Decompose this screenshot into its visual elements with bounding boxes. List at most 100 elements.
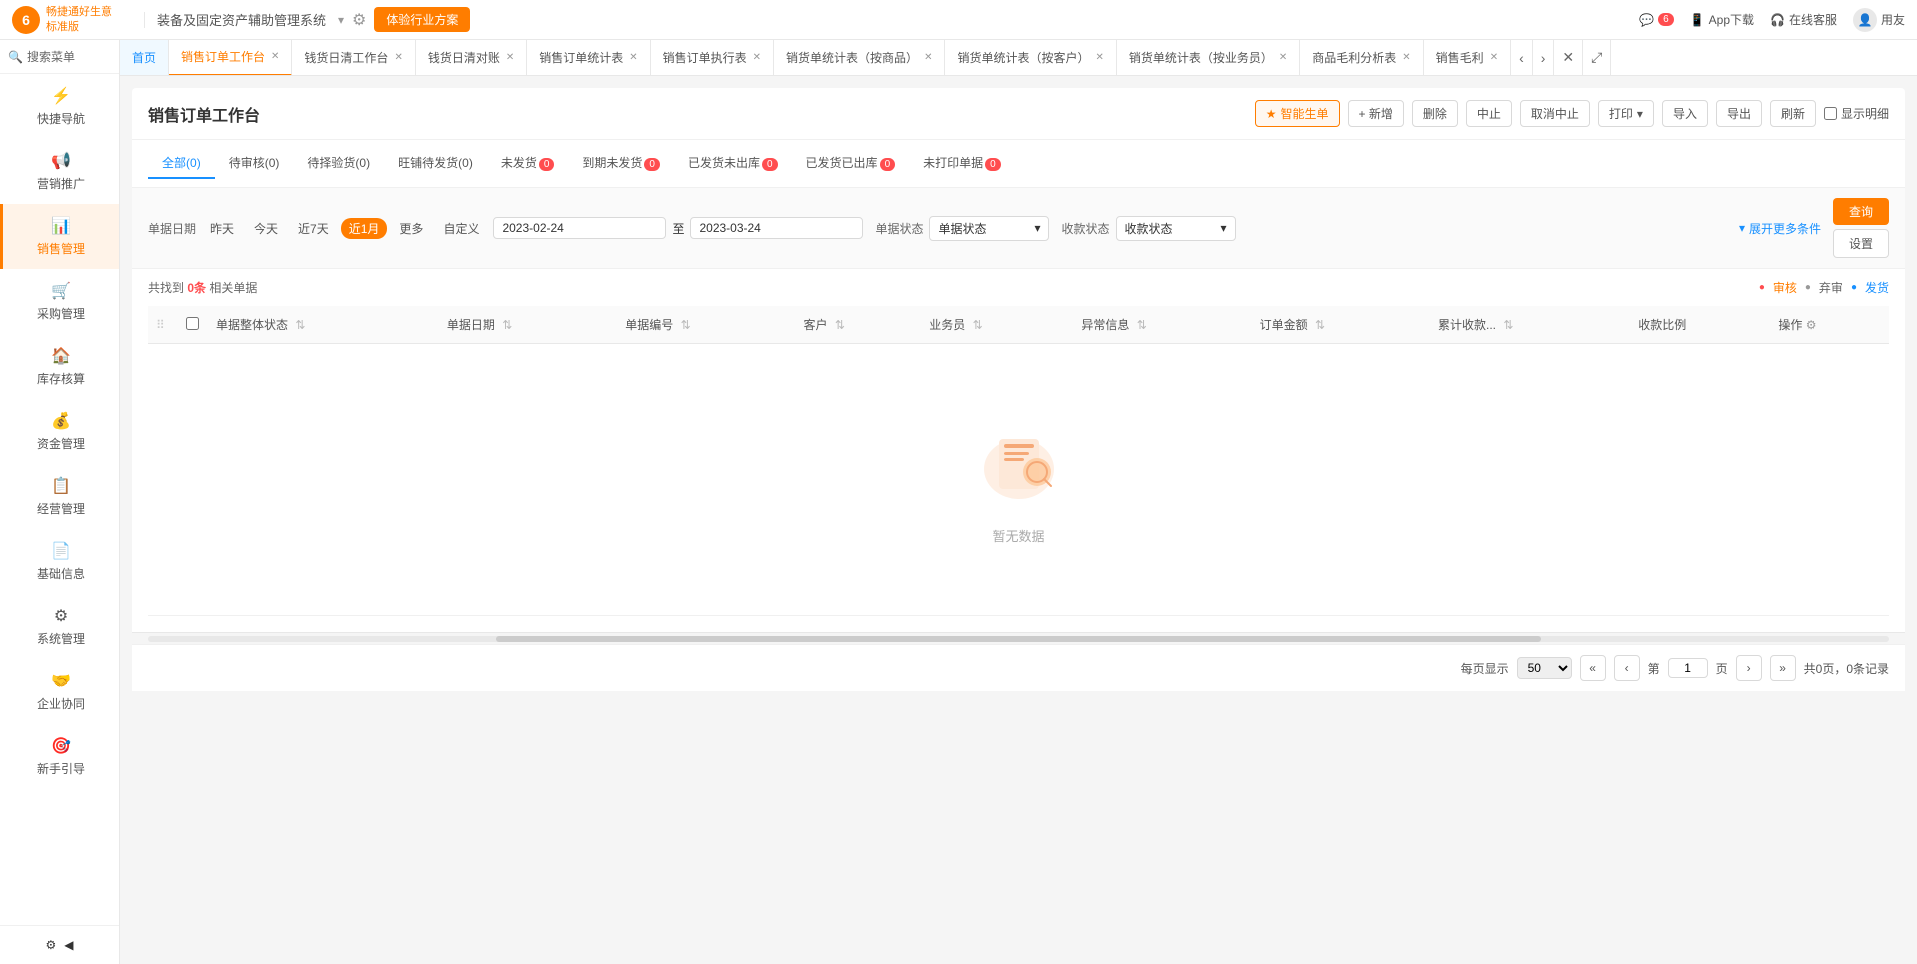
sidebar-item-purchase[interactable]: 🛒 采购管理 — [0, 269, 119, 334]
cancel-audit-btn[interactable]: 弃审 — [1819, 279, 1843, 296]
tab-close-icon[interactable]: ✕ — [753, 52, 761, 63]
date-option-yesterday[interactable]: 昨天 — [202, 218, 242, 239]
sidebar-item-sales[interactable]: 📊 销售管理 — [0, 204, 119, 269]
col-number[interactable]: 单据编号 ⇅ — [617, 306, 795, 344]
prev-page-btn[interactable]: ‹ — [1614, 655, 1640, 681]
date-option-today[interactable]: 今天 — [246, 218, 286, 239]
date-option-7days[interactable]: 近7天 — [290, 218, 337, 239]
tab-close-icon[interactable]: ✕ — [1279, 52, 1287, 63]
tab-sales-by-staff[interactable]: 销货单统计表（按业务员） ✕ — [1117, 40, 1300, 76]
sidebar-item-marketing[interactable]: 📢 营销推广 — [0, 139, 119, 204]
tab-sales-by-customer[interactable]: 销货单统计表（按客户） ✕ — [945, 40, 1116, 76]
filter-tab-all[interactable]: 全部(0) — [148, 148, 215, 179]
col-setting-icon[interactable]: ⚙ — [1806, 318, 1817, 332]
col-date[interactable]: 单据日期 ⇅ — [439, 306, 617, 344]
sidebar-item-search[interactable]: 🔍 搜索菜单 — [0, 40, 119, 74]
tab-daily-reconcile[interactable]: 钱货日清对账 ✕ — [416, 40, 527, 76]
col-customer[interactable]: 客户 ⇅ — [796, 306, 922, 344]
date-option-custom[interactable]: 自定义 — [435, 218, 487, 239]
sidebar-item-finance[interactable]: 💰 资金管理 — [0, 399, 119, 464]
collection-select[interactable]: 收款状态 ▾ — [1116, 216, 1236, 241]
page-number-input[interactable] — [1668, 658, 1708, 678]
tab-scroll-right-btn[interactable]: › — [1533, 40, 1555, 76]
sidebar-item-system[interactable]: ⚙ 系统管理 — [0, 594, 119, 659]
select-all-checkbox[interactable] — [186, 317, 199, 330]
filter-tab-wangpu-pending[interactable]: 旺铺待发货(0) — [384, 148, 487, 179]
tab-gross-profit[interactable]: 商品毛利分析表 ✕ — [1300, 40, 1423, 76]
industry-btn[interactable]: 体验行业方案 — [374, 7, 470, 32]
date-to-input[interactable] — [690, 217, 863, 239]
smart-generate-btn[interactable]: ★ 智能生单 — [1255, 100, 1340, 127]
filter-tab-shipped-out[interactable]: 已发货已出库0 — [792, 148, 910, 179]
filter-tab-pending-inspection[interactable]: 待择验货(0) — [293, 148, 384, 179]
tab-close-icon[interactable]: ✕ — [629, 52, 637, 63]
query-btn[interactable]: 查询 — [1833, 198, 1889, 225]
cancel-stop-btn[interactable]: 取消中止 — [1520, 100, 1590, 127]
filter-tab-shipped-not-out[interactable]: 已发货未出库0 — [674, 148, 792, 179]
last-page-btn[interactable]: » — [1770, 655, 1796, 681]
date-option-1month[interactable]: 近1月 — [341, 218, 388, 239]
sidebar-item-quick-nav[interactable]: ⚡ 快捷导航 — [0, 74, 119, 139]
tab-close-icon[interactable]: ✕ — [1095, 52, 1103, 63]
tab-scroll-left-btn[interactable]: ‹ — [1511, 40, 1533, 76]
tab-sales-order-workbench[interactable]: 销售订单工作台 ✕ — [169, 40, 292, 76]
sidebar-item-basic-info[interactable]: 📄 基础信息 — [0, 529, 119, 594]
horizontal-scrollbar[interactable] — [132, 632, 1905, 644]
sidebar-item-guide[interactable]: 🎯 新手引导 — [0, 724, 119, 789]
audit-btn[interactable]: 审核 — [1773, 279, 1797, 296]
setting-btn[interactable]: 设置 — [1833, 229, 1889, 258]
filter-tab-overdue-unshipped[interactable]: 到期未发货0 — [568, 148, 674, 179]
tab-close-icon[interactable]: ✕ — [506, 52, 514, 63]
settings-icon[interactable]: ⚙ — [352, 10, 366, 30]
new-btn[interactable]: + 新增 — [1348, 100, 1404, 127]
tab-close-icon[interactable]: ✕ — [394, 52, 402, 63]
filter-tab-unprinted[interactable]: 未打印单据0 — [909, 148, 1015, 179]
sidebar-settings-icon[interactable]: ⚙ — [46, 938, 57, 952]
sidebar-collapse-icon[interactable]: ◀ — [64, 938, 73, 952]
tab-close-icon[interactable]: ✕ — [1402, 52, 1410, 63]
expand-conditions-btn[interactable]: ▾ 展开更多条件 — [1739, 220, 1821, 237]
export-btn[interactable]: 导出 — [1716, 100, 1762, 127]
first-page-btn[interactable]: « — [1580, 655, 1606, 681]
tab-close-icon[interactable]: ✕ — [271, 51, 279, 62]
col-checkbox[interactable] — [178, 306, 208, 344]
col-staff[interactable]: 业务员 ⇅ — [921, 306, 1073, 344]
date-option-more[interactable]: 更多 — [391, 218, 431, 239]
page-size-select[interactable]: 10 20 50 100 — [1517, 657, 1572, 679]
tab-fullscreen-btn[interactable]: ⤢ — [1583, 40, 1611, 76]
tab-close-all-btn[interactable]: ✕ — [1554, 40, 1583, 76]
message-btn[interactable]: 💬 6 — [1639, 13, 1674, 27]
system-dropdown-icon[interactable]: ▾ — [338, 13, 344, 27]
delete-btn[interactable]: 删除 — [1412, 100, 1458, 127]
tab-home[interactable]: 首页 — [120, 40, 169, 76]
sidebar-item-management[interactable]: 📋 经营管理 — [0, 464, 119, 529]
sidebar-item-inventory[interactable]: 🏠 库存核算 — [0, 334, 119, 399]
ship-btn[interactable]: 发货 — [1865, 279, 1889, 296]
tab-sales-gross[interactable]: 销售毛利 ✕ — [1424, 40, 1511, 76]
tab-sales-stats[interactable]: 销售订单统计表 ✕ — [527, 40, 650, 76]
col-amount[interactable]: 订单金额 ⇅ — [1252, 306, 1430, 344]
app-download-btn[interactable]: 📱 App下载 — [1690, 11, 1754, 28]
tab-close-icon[interactable]: ✕ — [924, 52, 932, 63]
print-btn[interactable]: 打印 ▾ — [1598, 100, 1654, 127]
status-select[interactable]: 单据状态 ▾ — [929, 216, 1049, 241]
col-collection[interactable]: 累计收款... ⇅ — [1430, 306, 1630, 344]
col-abnormal[interactable]: 异常信息 ⇅ — [1073, 306, 1251, 344]
col-status[interactable]: 单据整体状态 ⇅ — [208, 306, 439, 344]
sidebar-item-enterprise[interactable]: 🤝 企业协同 — [0, 659, 119, 724]
scrollbar-thumb[interactable] — [496, 636, 1541, 642]
filter-tab-unshipped[interactable]: 未发货0 — [487, 148, 569, 179]
show-detail-checkbox[interactable] — [1824, 107, 1837, 120]
import-btn[interactable]: 导入 — [1662, 100, 1708, 127]
date-from-input[interactable] — [493, 217, 666, 239]
user-menu-btn[interactable]: 👤 用友 — [1853, 8, 1905, 32]
refresh-btn[interactable]: 刷新 — [1770, 100, 1816, 127]
online-service-btn[interactable]: 🎧 在线客服 — [1770, 11, 1837, 28]
filter-tab-pending-audit[interactable]: 待审核(0) — [215, 148, 294, 179]
tab-close-icon[interactable]: ✕ — [1490, 52, 1498, 63]
tab-daily-clear[interactable]: 钱货日清工作台 ✕ — [292, 40, 415, 76]
tab-sales-by-product[interactable]: 销货单统计表（按商品） ✕ — [774, 40, 945, 76]
tab-sales-exec[interactable]: 销售订单执行表 ✕ — [651, 40, 774, 76]
next-page-btn[interactable]: › — [1736, 655, 1762, 681]
stop-btn[interactable]: 中止 — [1466, 100, 1512, 127]
